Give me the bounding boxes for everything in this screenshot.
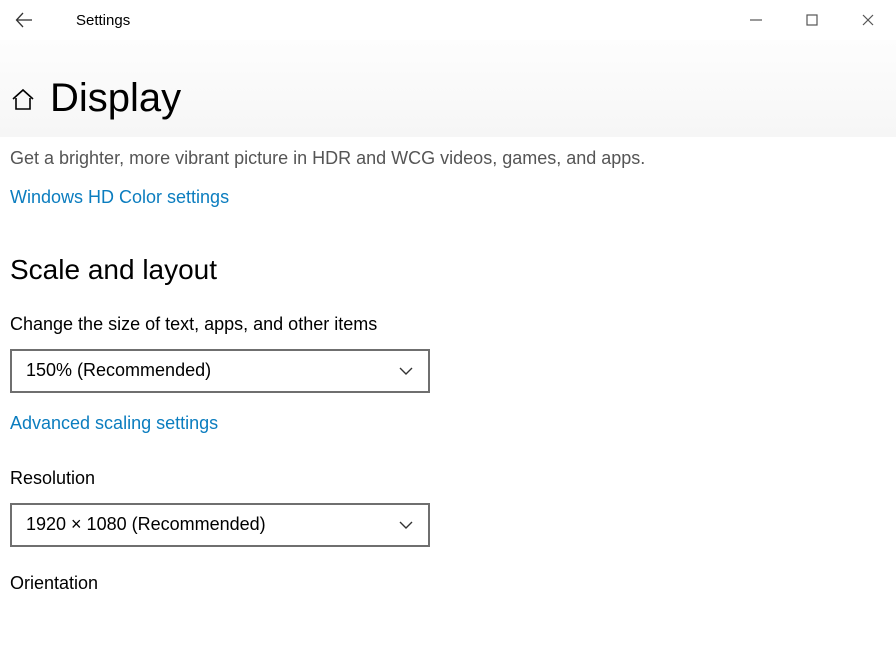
minimize-button[interactable] [728,0,784,40]
resolution-dropdown[interactable]: 1920 × 1080 (Recommended) [10,503,430,547]
hd-color-settings-link[interactable]: Windows HD Color settings [10,187,229,208]
header-area: Display [0,40,896,137]
back-arrow-icon [15,11,33,29]
app-title: Settings [76,12,130,29]
chevron-down-icon [398,366,414,376]
hdr-description: Get a brighter, more vibrant picture in … [10,145,650,173]
orientation-label: Orientation [10,573,690,594]
close-button[interactable] [840,0,896,40]
window-controls [728,0,896,40]
scale-dropdown[interactable]: 150% (Recommended) [10,349,430,393]
scale-layout-heading: Scale and layout [10,254,690,286]
maximize-button[interactable] [784,0,840,40]
content-area: Get a brighter, more vibrant picture in … [0,137,700,618]
titlebar: Settings [0,0,896,40]
scale-field-label: Change the size of text, apps, and other… [10,314,690,335]
chevron-down-icon [398,520,414,530]
resolution-label: Resolution [10,468,690,489]
scale-dropdown-value: 150% (Recommended) [26,360,211,381]
maximize-icon [805,13,819,27]
resolution-dropdown-value: 1920 × 1080 (Recommended) [26,514,266,535]
home-icon[interactable] [10,86,36,112]
minimize-icon [749,13,763,27]
close-icon [861,13,875,27]
advanced-scaling-link[interactable]: Advanced scaling settings [10,413,218,434]
back-button[interactable] [0,0,48,40]
page-title: Display [50,76,181,121]
